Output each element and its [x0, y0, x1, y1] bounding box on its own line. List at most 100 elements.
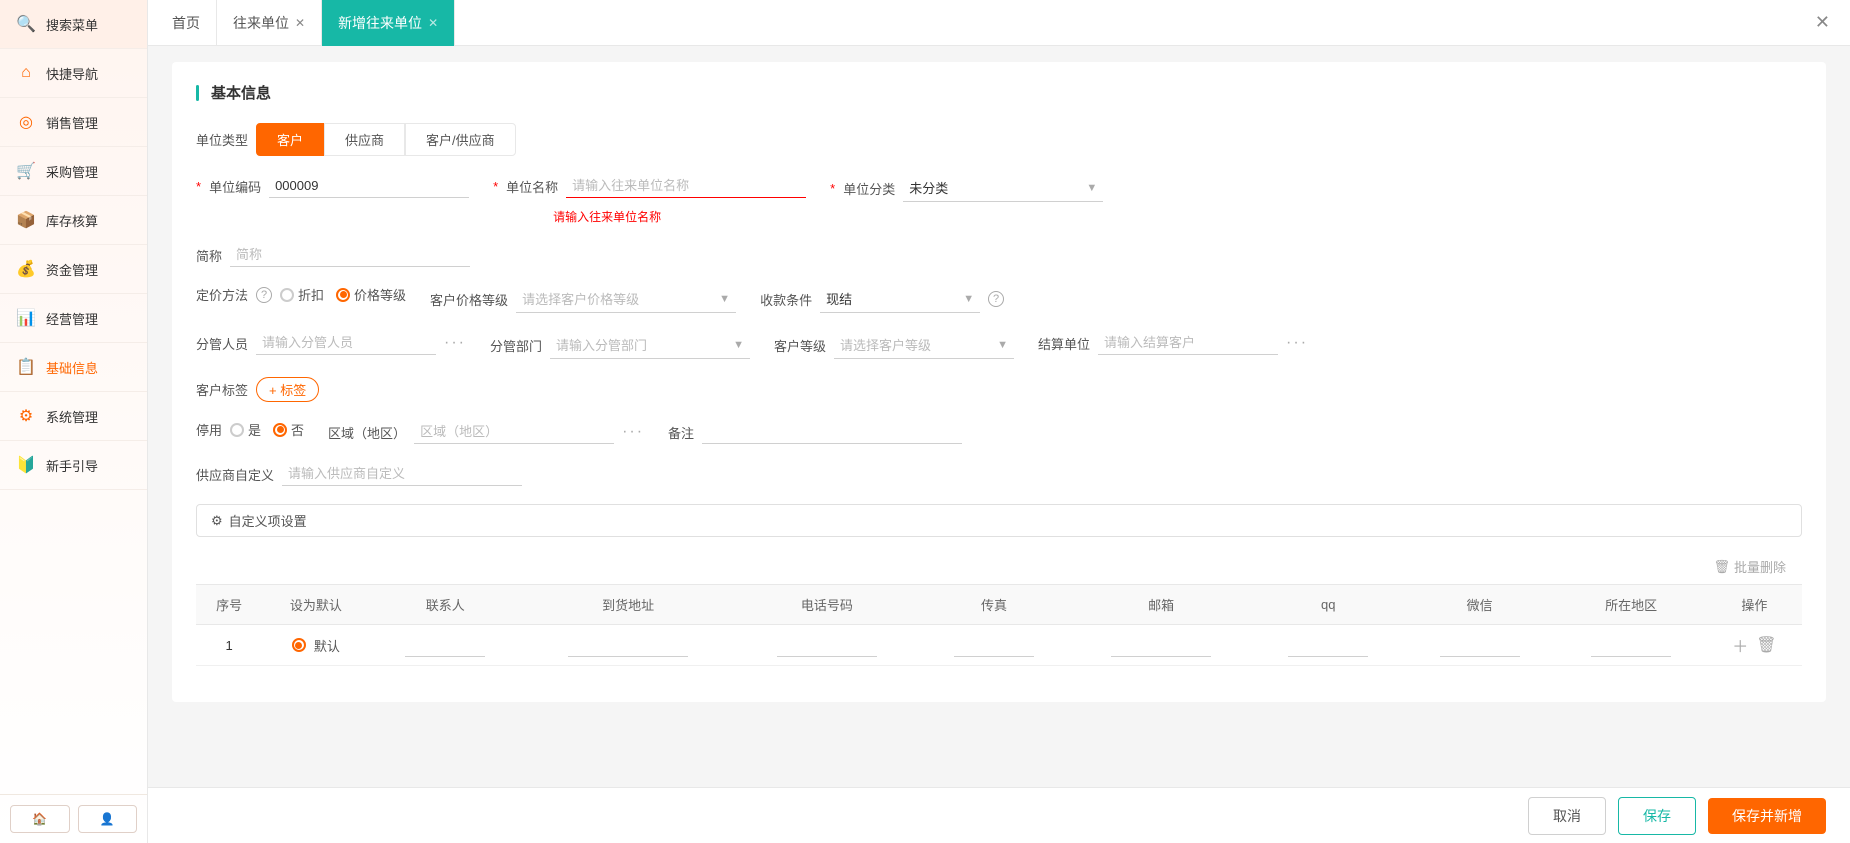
cancel-button[interactable]: 取消 — [1528, 797, 1606, 835]
supplier-custom-input[interactable] — [282, 462, 522, 486]
row-delete-icon[interactable]: 🗑 — [1756, 635, 1776, 655]
custom-settings-label: 自定义项设置 — [229, 511, 307, 530]
customer-price-level-field: 客户价格等级 请选择客户价格等级 ▼ — [430, 285, 736, 313]
gear-icon: ⚙ — [211, 513, 223, 529]
short-name-row: 简称 — [196, 243, 1802, 267]
unit-category-select[interactable]: 未分类 ▼ — [903, 174, 1103, 202]
region-input[interactable] — [414, 420, 614, 444]
sidebar-item-label: 新手引导 — [46, 456, 98, 475]
batch-delete-button[interactable]: 🗑 批量删除 — [1713, 557, 1786, 576]
payment-terms-field: 收款条件 现结 ▼ ? — [760, 285, 1004, 313]
purchase-icon: 🛒 — [16, 161, 36, 181]
unit-category-required-star: * — [830, 181, 835, 196]
main-area: 首页 往来单位 ✕ 新增往来单位 ✕ ✕ 基本信息 单位类型 客户 — [148, 0, 1850, 843]
sidebar-item-guide[interactable]: 🔰 新手引导 — [0, 441, 147, 490]
tab-bar: 首页 往来单位 ✕ 新增往来单位 ✕ ✕ — [148, 0, 1850, 46]
unit-type-group: 客户 供应商 客户/供应商 — [256, 123, 516, 156]
unit-code-input[interactable] — [269, 174, 469, 198]
customer-tag-row: 客户标签 + 标签 — [196, 377, 1802, 402]
row-phone-input[interactable] — [735, 625, 918, 666]
pricing-radio-group: 折扣 价格等级 — [280, 285, 406, 304]
pricing-price-level-radio[interactable]: 价格等级 — [336, 285, 406, 304]
unit-type-both-btn[interactable]: 客户/供应商 — [405, 123, 516, 156]
sidebar-item-purchase[interactable]: 🛒 采购管理 — [0, 147, 147, 196]
sidebar-item-search[interactable]: 🔍 搜索菜单 — [0, 0, 147, 49]
row-fax-input[interactable] — [918, 625, 1069, 666]
unit-type-customer-btn[interactable]: 客户 — [256, 123, 324, 156]
sidebar-item-label: 系统管理 — [46, 407, 98, 426]
col-qq: qq — [1253, 585, 1404, 625]
tab-new-counterparty-close[interactable]: ✕ — [428, 16, 438, 30]
sidebar-item-finance[interactable]: 💰 资金管理 — [0, 245, 147, 294]
sidebar-home-btn[interactable]: 🏠 — [10, 805, 70, 833]
col-phone: 电话号码 — [735, 585, 918, 625]
customer-price-level-select[interactable]: 请选择客户价格等级 ▼ — [516, 285, 736, 313]
col-contact: 联系人 — [370, 585, 521, 625]
settlement-unit-more-btn[interactable]: ··· — [1286, 334, 1308, 352]
section-title: 基本信息 — [196, 82, 1802, 103]
sidebar-settings-btn[interactable]: 👤 — [78, 805, 138, 833]
tab-home[interactable]: 首页 — [156, 0, 217, 46]
payment-terms-label: 收款条件 — [760, 290, 812, 309]
sidebar-item-quick-nav[interactable]: ⌂ 快捷导航 — [0, 49, 147, 98]
add-tag-button[interactable]: + 标签 — [256, 377, 319, 402]
bottom-bar: 取消 保存 保存并新增 — [148, 787, 1850, 843]
short-name-field: 简称 — [196, 243, 470, 267]
payment-terms-select[interactable]: 现结 ▼ — [820, 285, 980, 313]
disabled-no-radio[interactable]: 否 — [273, 420, 304, 439]
pricing-price-level-label: 价格等级 — [354, 285, 406, 304]
unit-type-supplier-btn[interactable]: 供应商 — [324, 123, 405, 156]
save-new-button[interactable]: 保存并新增 — [1708, 798, 1826, 834]
sidebar-item-system[interactable]: ⚙ 系统管理 — [0, 392, 147, 441]
basic-info-icon: 📋 — [16, 357, 36, 377]
tab-new-counterparty[interactable]: 新增往来单位 ✕ — [322, 0, 455, 46]
row-address-input[interactable] — [521, 625, 735, 666]
content-area: 基本信息 单位类型 客户 供应商 客户/供应商 * 单位编码 — [148, 46, 1850, 787]
sidebar-item-basic-info[interactable]: 📋 基础信息 — [0, 343, 147, 392]
table-row: 1 默认 — [196, 625, 1802, 666]
row-contact-input[interactable] — [370, 625, 521, 666]
sidebar: 🔍 搜索菜单 ⌂ 快捷导航 ◎ 销售管理 🛒 采购管理 📦 库存核算 💰 资金管… — [0, 0, 148, 843]
remark-input[interactable] — [702, 420, 962, 444]
row-actions: ＋ 🗑 — [1707, 625, 1802, 666]
short-name-label: 简称 — [196, 246, 222, 265]
disabled-yes-radio[interactable]: 是 — [230, 420, 261, 439]
contacts-table-section: 🗑 批量删除 序号 设为默认 联系人 到货地址 电话号码 传真 邮箱 — [196, 549, 1802, 682]
sidebar-bottom: 🏠 👤 — [0, 794, 147, 843]
manager-more-btn[interactable]: ··· — [444, 334, 466, 352]
sidebar-item-operation[interactable]: 📊 经营管理 — [0, 294, 147, 343]
col-default: 设为默认 — [262, 585, 369, 625]
guide-icon: 🔰 — [16, 455, 36, 475]
row-default-checkbox[interactable]: 默认 — [262, 625, 369, 666]
sidebar-item-sales[interactable]: ◎ 销售管理 — [0, 98, 147, 147]
sidebar-item-inventory[interactable]: 📦 库存核算 — [0, 196, 147, 245]
short-name-input[interactable] — [230, 243, 470, 267]
pricing-method-help-icon[interactable]: ? — [256, 287, 272, 303]
customer-level-chevron: ▼ — [997, 339, 1008, 351]
unit-category-chevron: ▼ — [1086, 182, 1097, 194]
payment-terms-help-icon[interactable]: ? — [988, 291, 1004, 307]
customer-price-level-placeholder: 请选择客户价格等级 — [522, 289, 639, 308]
manager-dept-row: 分管人员 ··· 分管部门 请输入分管部门 ▼ 客户等级 请选择客户等级 ▼ — [196, 331, 1802, 359]
manager-input[interactable] — [256, 331, 436, 355]
col-index: 序号 — [196, 585, 262, 625]
row-qq-input[interactable] — [1253, 625, 1404, 666]
sidebar-item-label: 基础信息 — [46, 358, 98, 377]
row-add-icon[interactable]: ＋ — [1732, 633, 1748, 657]
region-more-btn[interactable]: ··· — [622, 423, 644, 441]
settlement-unit-input[interactable] — [1098, 331, 1278, 355]
tab-counterparty-close[interactable]: ✕ — [295, 16, 305, 30]
custom-settings-button[interactable]: ⚙ 自定义项设置 — [196, 504, 1802, 537]
close-all-tabs-button[interactable]: ✕ — [1803, 12, 1842, 33]
unit-name-input[interactable] — [566, 174, 806, 198]
department-select[interactable]: 请输入分管部门 ▼ — [550, 331, 750, 359]
save-button[interactable]: 保存 — [1618, 797, 1696, 835]
region-field: 区域（地区） ··· — [328, 420, 644, 444]
row-wechat-input[interactable] — [1404, 625, 1555, 666]
tab-counterparty[interactable]: 往来单位 ✕ — [217, 0, 322, 46]
customer-level-select[interactable]: 请选择客户等级 ▼ — [834, 331, 1014, 359]
row-region-input[interactable] — [1555, 625, 1706, 666]
tab-new-counterparty-label: 新增往来单位 — [338, 13, 422, 33]
pricing-discount-radio[interactable]: 折扣 — [280, 285, 324, 304]
row-email-input[interactable] — [1070, 625, 1253, 666]
